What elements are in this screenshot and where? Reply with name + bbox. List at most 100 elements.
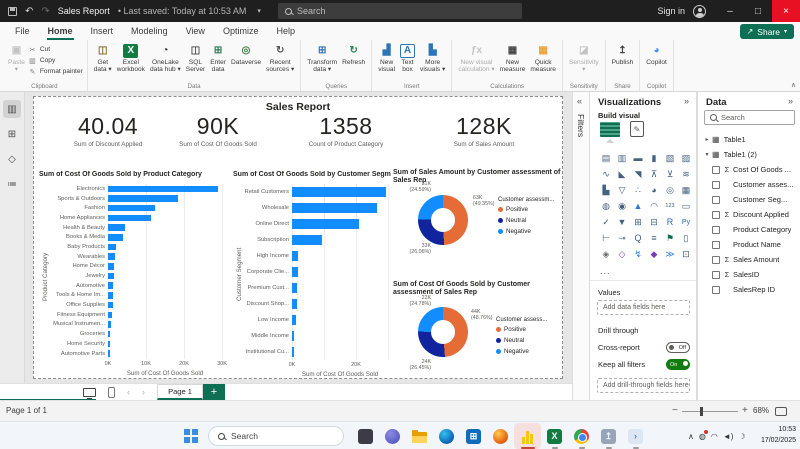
kpi-card[interactable]: 90K Sum of Cost Of Goods Sold bbox=[158, 113, 278, 148]
field-checkbox[interactable] bbox=[712, 180, 720, 189]
table-row-table1-2-[interactable]: ▾ ▦ Table1 (2) bbox=[698, 147, 800, 162]
bar[interactable] bbox=[292, 282, 298, 294]
bar-row[interactable]: Automotive bbox=[39, 281, 227, 291]
field-row[interactable]: SalesRep ID bbox=[698, 282, 800, 297]
tree-chevron-icon[interactable]: ▾ bbox=[702, 151, 712, 158]
zoom-in-button[interactable]: + bbox=[742, 405, 748, 416]
zoom-slider-handle[interactable] bbox=[700, 407, 703, 416]
bar[interactable] bbox=[108, 185, 219, 193]
paste-button[interactable]: ▣ Paste ▾ bbox=[6, 43, 27, 75]
100-stacked-bar-chart-icon[interactable]: ▧ bbox=[662, 150, 678, 166]
bar-row[interactable]: Books & Media bbox=[39, 232, 227, 242]
zoom-out-button[interactable]: − bbox=[672, 405, 678, 416]
bar[interactable] bbox=[108, 292, 113, 299]
excel-app-icon[interactable]: X bbox=[541, 423, 568, 449]
bar-row[interactable]: Automotive Parts bbox=[39, 349, 227, 359]
bar-row[interactable]: Premium Cust... bbox=[233, 280, 391, 296]
treemap-icon[interactable]: ▦ bbox=[678, 182, 694, 198]
stacked-area-chart-icon[interactable]: ◥ bbox=[630, 166, 646, 182]
bar[interactable] bbox=[108, 272, 114, 280]
bar-row[interactable]: Discount Shop... bbox=[233, 296, 391, 312]
field-row[interactable]: Σ Sales Amount bbox=[698, 252, 800, 267]
kpi-card[interactable]: 40.04 Sum of Discount Applied bbox=[48, 113, 168, 148]
night-mode-icon[interactable]: ☽ bbox=[738, 432, 745, 441]
donut-ring[interactable] bbox=[418, 195, 468, 245]
clustered-column-chart-icon[interactable]: ▮ bbox=[646, 150, 662, 166]
bar-row[interactable]: Online Direct bbox=[233, 216, 391, 232]
bar[interactable] bbox=[108, 195, 179, 202]
bar[interactable] bbox=[108, 243, 117, 251]
close-button[interactable]: × bbox=[772, 0, 800, 22]
dark-app-icon[interactable] bbox=[352, 423, 379, 449]
redo-icon[interactable]: ↷ bbox=[41, 6, 49, 17]
copilot-button[interactable]: ◕ Copilot bbox=[644, 43, 669, 67]
model-view-icon[interactable]: ◇ bbox=[3, 150, 21, 168]
bar-row[interactable]: Fashion bbox=[39, 203, 227, 213]
dataverse-button[interactable]: ◎ Dataverse bbox=[229, 43, 263, 67]
slicer-icon[interactable]: ▼ bbox=[614, 214, 630, 230]
format-painter-button[interactable]: ✎ Format painter bbox=[28, 67, 82, 76]
field-checkbox[interactable] bbox=[712, 255, 720, 264]
fit-to-page-icon[interactable] bbox=[775, 407, 787, 416]
bar[interactable] bbox=[292, 298, 297, 310]
undo-icon[interactable]: ↶ bbox=[25, 6, 33, 17]
more-options-button[interactable]: ... bbox=[600, 266, 611, 276]
quick-button[interactable]: ▦ Quick measure bbox=[528, 43, 558, 75]
bar-row[interactable]: Home Décor bbox=[39, 262, 227, 272]
multi-row-card-icon[interactable]: ▭ bbox=[678, 198, 694, 214]
mobile-layout-button[interactable] bbox=[108, 386, 115, 398]
collapse-data-pane-icon[interactable]: » bbox=[788, 96, 793, 106]
share-button[interactable]: ↗ Share ▾ bbox=[739, 24, 794, 39]
bar[interactable] bbox=[108, 282, 114, 289]
new-visual-button[interactable]: ƒx New visual calculation ▾ bbox=[456, 43, 496, 75]
python-visual-icon[interactable]: Py bbox=[678, 214, 694, 230]
field-row[interactable]: Customer asses... bbox=[698, 177, 800, 192]
funnel-chart-icon[interactable]: ▽ bbox=[614, 182, 630, 198]
bar[interactable] bbox=[108, 204, 155, 212]
bar[interactable] bbox=[292, 346, 294, 358]
arcgis-map-icon[interactable]: ◈ bbox=[598, 246, 614, 262]
file-explorer-icon[interactable] bbox=[406, 423, 433, 449]
100-stacked-column-chart-icon[interactable]: ▨ bbox=[678, 150, 694, 166]
desktop-layout-button[interactable] bbox=[0, 384, 96, 401]
tab-home[interactable]: Home bbox=[39, 22, 82, 40]
taskbar-search-input[interactable]: Search bbox=[208, 426, 344, 446]
microsoft-store-icon[interactable]: ⊞ bbox=[460, 423, 487, 449]
bar-row[interactable]: Electronics bbox=[39, 184, 227, 194]
bar-row[interactable]: Retail Customers bbox=[233, 184, 391, 200]
bar[interactable] bbox=[108, 340, 110, 348]
metrics-scorecard-icon[interactable]: ⚑ bbox=[662, 230, 678, 246]
keep-all-filters-toggle[interactable]: On bbox=[666, 359, 690, 370]
field-checkbox[interactable] bbox=[712, 240, 720, 249]
new-page-button[interactable]: + bbox=[203, 384, 225, 400]
new-button[interactable]: ▟ New visual bbox=[376, 43, 397, 75]
enter-button[interactable]: ⊞ Enter data bbox=[208, 43, 228, 75]
bar-row[interactable]: Subscription bbox=[233, 232, 391, 248]
tab-file[interactable]: File bbox=[6, 22, 39, 40]
bar-row[interactable]: Home Security bbox=[39, 339, 227, 349]
cross-report-toggle[interactable]: Off bbox=[666, 342, 690, 353]
bar[interactable] bbox=[108, 214, 151, 222]
field-row[interactable]: Product Name bbox=[698, 237, 800, 252]
global-search-input[interactable]: Search bbox=[278, 3, 522, 19]
card-icon[interactable]: 123 bbox=[662, 198, 678, 214]
pie-chart-icon[interactable]: ◕ bbox=[646, 182, 662, 198]
next-page-icon[interactable]: › bbox=[142, 387, 145, 397]
collapse-ribbon-icon[interactable]: ∧ bbox=[791, 81, 796, 89]
tab-insert[interactable]: Insert bbox=[82, 22, 123, 40]
line-clustered-column-chart-icon[interactable]: ⊻ bbox=[662, 166, 678, 182]
bar[interactable] bbox=[292, 186, 387, 198]
legend-item[interactable]: Neutral bbox=[498, 217, 554, 224]
bar[interactable] bbox=[108, 321, 112, 328]
bar-row[interactable]: Low Income bbox=[233, 312, 391, 328]
bar-row[interactable]: Office Supplies bbox=[39, 300, 227, 310]
table-row-table1[interactable]: ▸ ▦ Table1 bbox=[698, 132, 800, 147]
bar-row[interactable]: Groceries bbox=[39, 329, 227, 339]
tab-modeling[interactable]: Modeling bbox=[122, 22, 177, 40]
more-button[interactable]: ▙ More visuals ▾ bbox=[418, 43, 447, 75]
clustered-bar-chart-icon[interactable]: ▬ bbox=[630, 150, 646, 166]
taskbar-clock[interactable]: 10:53 17/02/2025 bbox=[761, 425, 796, 446]
start-button[interactable] bbox=[184, 429, 198, 443]
sign-in-button[interactable]: Sign in bbox=[657, 6, 685, 16]
filled-map-icon[interactable]: ◉ bbox=[614, 198, 630, 214]
